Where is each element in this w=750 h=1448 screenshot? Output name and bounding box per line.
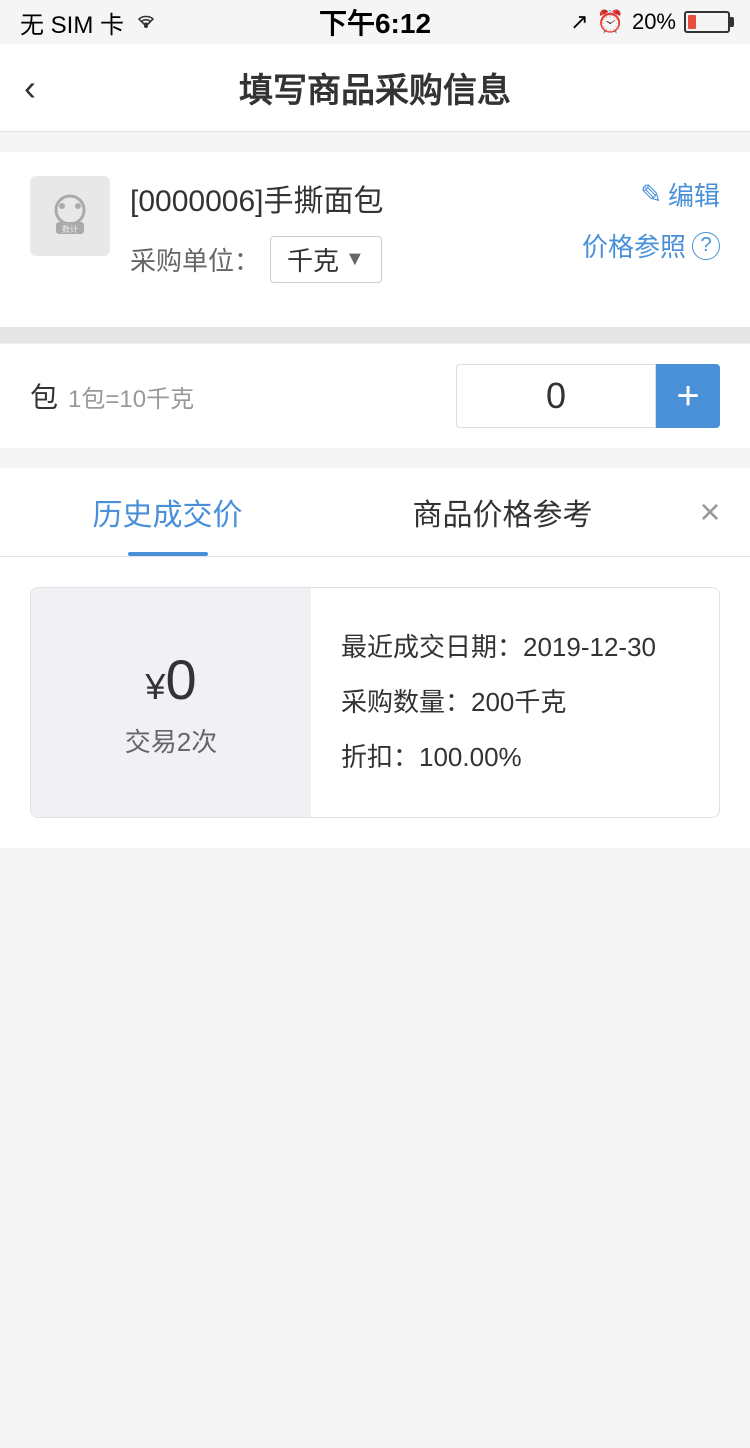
quantity-plus-button[interactable]: + bbox=[656, 364, 720, 428]
status-time: 下午6:12 bbox=[319, 2, 431, 42]
tab-product-price[interactable]: 商品价格参考 bbox=[335, 468, 670, 556]
quantity-right: 0 + bbox=[456, 364, 720, 428]
history-details-section: 最近成交日期：2019-12-30 采购数量：200千克 折扣：100.00% bbox=[311, 588, 719, 817]
quantity-row: 包 1包=10千克 0 + bbox=[0, 343, 750, 448]
history-last-date: 最近成交日期：2019-12-30 bbox=[341, 628, 689, 667]
tab-history-price[interactable]: 历史成交价 bbox=[0, 468, 335, 556]
discount-value: 100.00% bbox=[419, 742, 522, 772]
history-price-section: ¥0 交易2次 bbox=[31, 588, 311, 817]
battery-percent: 20% bbox=[632, 9, 676, 35]
history-discount: 折扣：100.00% bbox=[341, 738, 689, 777]
product-image: 数计 bbox=[30, 176, 110, 256]
wifi-icon bbox=[132, 8, 160, 37]
product-name: [0000006]手撕面包 bbox=[130, 176, 582, 220]
battery-icon bbox=[684, 11, 730, 33]
history-purchase-qty: 采购数量：200千克 bbox=[341, 683, 689, 722]
tab-product-label: 商品价格参考 bbox=[413, 490, 593, 534]
purchase-qty-label: 采购数量： bbox=[341, 687, 471, 717]
history-trade-count: 交易2次 bbox=[125, 722, 217, 759]
location-icon: ↗ bbox=[570, 9, 588, 35]
tabs-header: 历史成交价 商品价格参考 × bbox=[0, 468, 750, 557]
history-price-value: ¥0 bbox=[145, 647, 196, 712]
product-info: [0000006]手撕面包 采购单位： 千克 ▼ bbox=[130, 176, 582, 283]
bottom-area bbox=[0, 848, 750, 1448]
tabs-panel: 历史成交价 商品价格参考 × ¥0 交易2次 最近成交日期：2019-12-30… bbox=[0, 468, 750, 848]
back-button[interactable]: ‹ bbox=[24, 67, 36, 109]
tab-underline bbox=[128, 552, 208, 556]
edit-icon: ✎ bbox=[640, 179, 662, 210]
divider bbox=[0, 327, 750, 343]
unit-label: 采购单位： bbox=[130, 241, 260, 278]
price-ref-help-icon: ? bbox=[692, 232, 720, 260]
tab-content-history: ¥0 交易2次 最近成交日期：2019-12-30 采购数量：200千克 折扣：… bbox=[0, 557, 750, 848]
currency-symbol: ¥ bbox=[145, 666, 165, 707]
sim-status: 无 SIM 卡 bbox=[20, 5, 124, 40]
unit-select[interactable]: 千克 ▼ bbox=[270, 236, 382, 283]
dropdown-arrow-icon: ▼ bbox=[345, 248, 365, 271]
status-bar: 无 SIM 卡 下午6:12 ↗ ⏰ 20% bbox=[0, 0, 750, 44]
status-right: ↗ ⏰ 20% bbox=[570, 9, 730, 35]
last-date-value: 2019-12-30 bbox=[523, 632, 656, 662]
status-left: 无 SIM 卡 bbox=[20, 5, 160, 40]
product-unit-row: 采购单位： 千克 ▼ bbox=[130, 236, 582, 283]
alarm-icon: ⏰ bbox=[597, 9, 624, 35]
last-date-label: 最近成交日期： bbox=[341, 632, 523, 662]
quantity-input[interactable]: 0 bbox=[456, 364, 656, 428]
price-ref-button[interactable]: 价格参照 ? bbox=[582, 227, 720, 264]
product-logo-icon: 数计 bbox=[40, 186, 100, 246]
purchase-qty-value: 200千克 bbox=[471, 687, 566, 717]
svg-text:数计: 数计 bbox=[62, 224, 78, 234]
history-card: ¥0 交易2次 最近成交日期：2019-12-30 采购数量：200千克 折扣：… bbox=[30, 587, 720, 818]
price-ref-label: 价格参照 bbox=[582, 227, 686, 264]
page-title: 填写商品采购信息 bbox=[239, 63, 511, 112]
product-actions: ✎ 编辑 价格参照 ? bbox=[582, 176, 720, 264]
tab-history-label: 历史成交价 bbox=[93, 490, 243, 534]
edit-button[interactable]: ✎ 编辑 bbox=[640, 176, 720, 213]
quantity-left: 包 1包=10千克 bbox=[30, 376, 194, 416]
nav-bar: ‹ 填写商品采购信息 bbox=[0, 44, 750, 132]
tab-close-button[interactable]: × bbox=[670, 468, 750, 556]
discount-label: 折扣： bbox=[341, 742, 419, 772]
quantity-hint: 1包=10千克 bbox=[68, 379, 194, 414]
edit-label: 编辑 bbox=[668, 176, 720, 213]
product-card: 数计 [0000006]手撕面包 采购单位： 千克 ▼ ✎ 编辑 bbox=[0, 152, 750, 327]
unit-value: 千克 bbox=[287, 241, 339, 278]
quantity-unit: 包 bbox=[30, 376, 58, 416]
